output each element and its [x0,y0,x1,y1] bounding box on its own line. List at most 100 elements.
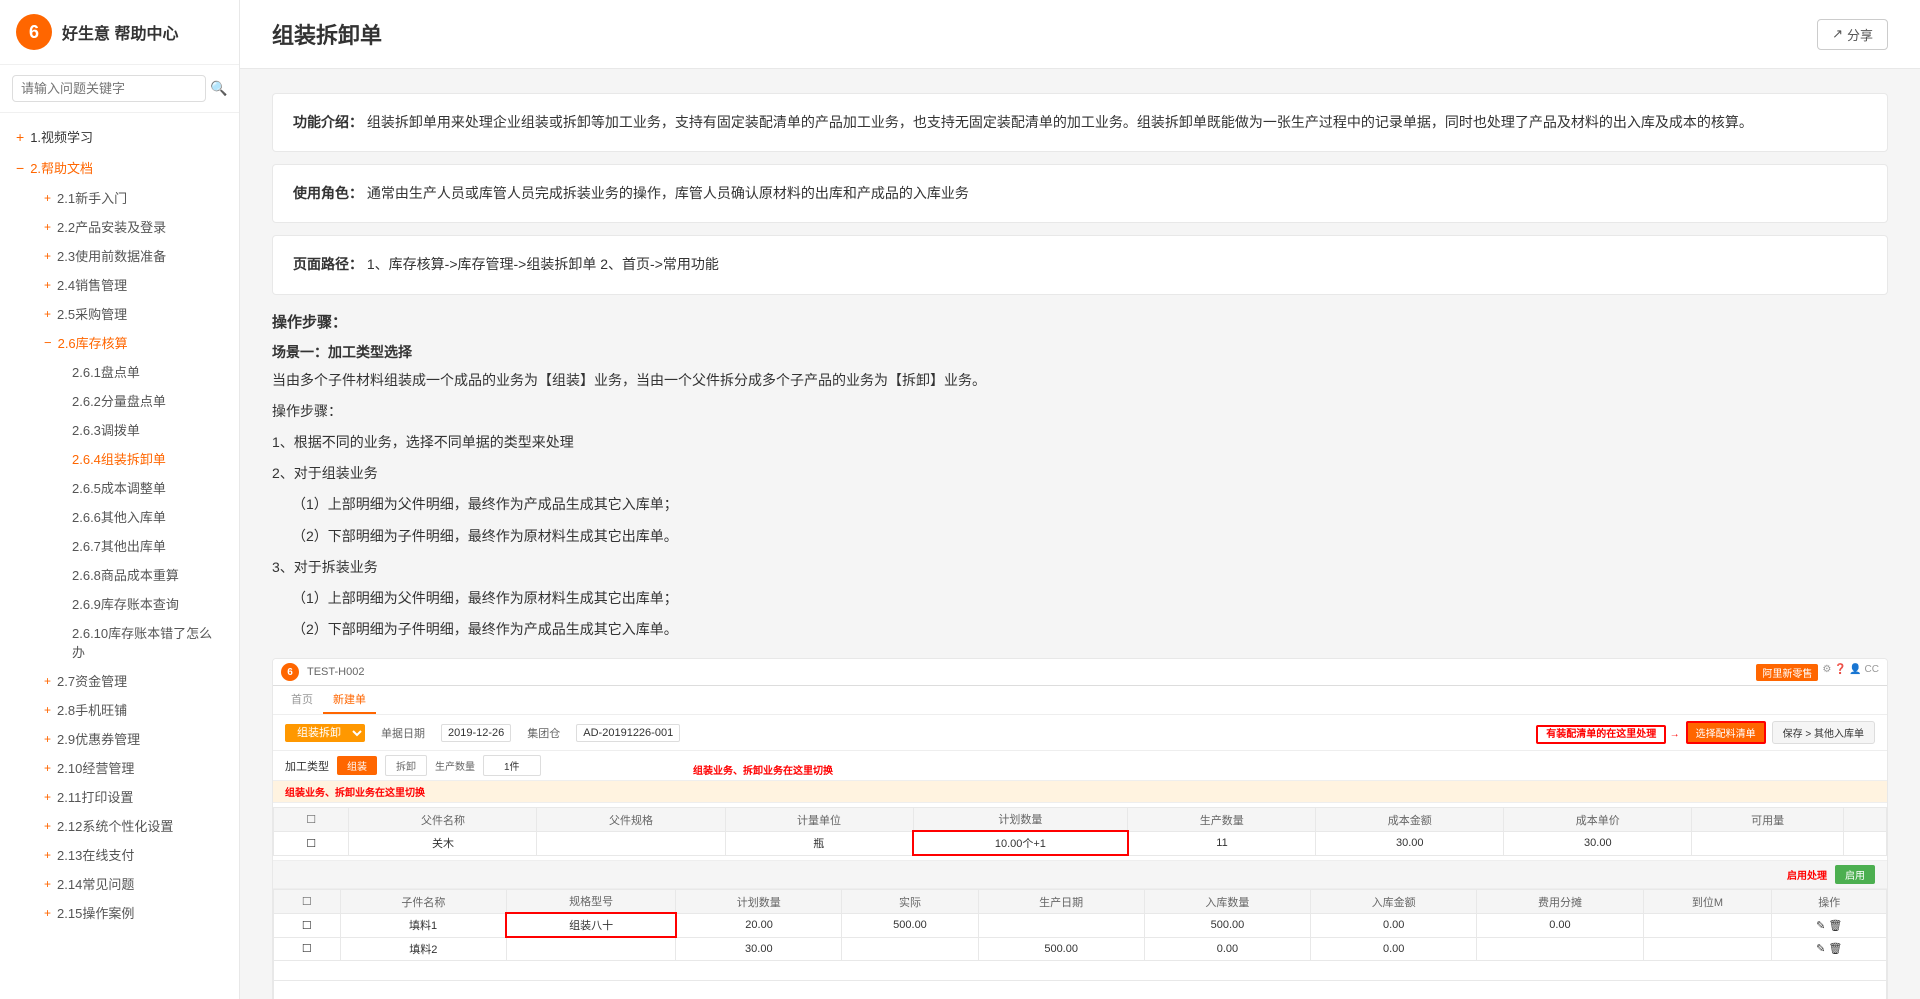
cell-arrive-b [1643,913,1772,937]
mock-type-select[interactable]: 库存调拨 组装拆卸 [285,724,365,742]
sidebar-item-other-out[interactable]: 2.6.7其他出库单 [56,531,239,560]
cell-prod-qty: 11 [1128,831,1316,855]
sidebar-item-label: 2.11打印设置 [57,787,133,806]
plus-icon: + [44,848,51,862]
mock-tab-home[interactable]: 首页 [281,686,323,714]
sidebar-item-faq[interactable]: + 2.14常见问题 [28,869,239,898]
cell-available [1692,831,1844,855]
mock-assemble-btn[interactable]: 组装 [337,756,377,775]
col-plan-qty-b: 计划数量 [676,890,842,914]
sidebar-item-label: 2.6.5成本调整单 [72,478,166,497]
sidebar-item-inventory[interactable]: − 2.6库存核算 [28,328,239,357]
sidebar-item-cost-recalc[interactable]: 2.6.8商品成本重算 [56,560,239,589]
plus-icon: + [44,191,51,205]
col-op [1844,808,1887,832]
sidebar-item-other-in[interactable]: 2.6.6其他入库单 [56,502,239,531]
cell-actual-b2 [842,937,978,960]
sidebar-item-stocktake[interactable]: 2.6.1盘点单 [56,357,239,386]
path-label: 页面路径： [293,256,363,272]
sidebar-item-coupon[interactable]: + 2.9优惠券管理 [28,724,239,753]
mock-enable-btn[interactable]: 启用 [1835,865,1875,884]
sidebar-item-videos[interactable]: + 1.视频学习 [0,121,239,152]
cell-cost-amt: 30.00 [1316,831,1504,855]
mock-date-value[interactable]: 2019-12-26 [441,724,511,742]
mock-new-btn[interactable]: 阿里新零售 [1756,664,1818,681]
plus-icon: + [16,129,24,145]
plus-icon: + [44,906,51,920]
sidebar-item-label: 2.6.7其他出库单 [72,536,166,555]
nav-list: + 1.视频学习 − 2.帮助文档 + 2.1新手入门 + 2.2产品安装及登录… [0,113,239,935]
col-check-b: ☐ [274,890,341,914]
sidebar-item-transfer[interactable]: 2.6.3调拨单 [56,415,239,444]
search-box: 🔍 [0,65,239,113]
sidebar-item-data-prep[interactable]: + 2.3使用前数据准备 [28,241,239,270]
col-cost-alloc-b: 费用分摊 [1477,890,1643,914]
sidebar-item-payment[interactable]: + 2.13在线支付 [28,840,239,869]
mock-submit-btn[interactable]: 保存 > 其他入库单 [1772,721,1875,744]
step3-2: （2）下部明细为子件明细，最终作为产成品生成其它入库单。 [272,617,1888,642]
table-row [274,960,1887,980]
cell-check[interactable]: ☐ [274,831,349,855]
bom-annotation-wrapper: 有装配清单的在这里处理 → [1536,725,1679,740]
plus-icon: + [44,307,51,321]
sidebar-item-label: 2.6.2分量盘点单 [72,391,166,410]
sidebar-item-label: 1.视频学习 [30,127,93,146]
cell-check-b2[interactable]: ☐ [274,937,341,960]
col-actual-b: 实际 [842,890,978,914]
sidebar-item-label: 2.9优惠券管理 [57,729,140,748]
share-button[interactable]: ↗ 分享 [1817,19,1888,50]
col-parent-spec: 父件规格 [537,808,725,832]
cell-in-qty-b: 500.00 [1144,913,1310,937]
cell-name-b2: 填料2 [340,937,506,960]
select-bom-btn[interactable]: 选择配料清单 [1686,721,1766,744]
sidebar-item-cost-adjust[interactable]: 2.6.5成本调整单 [56,473,239,502]
cell-cost-b2 [1477,937,1643,960]
sidebar-item-help[interactable]: − 2.帮助文档 [0,152,239,183]
sidebar-item-sales[interactable]: + 2.4销售管理 [28,270,239,299]
cell-cost-price: 30.00 [1504,831,1692,855]
sidebar-item-purchase[interactable]: + 2.5采购管理 [28,299,239,328]
plus-icon: + [44,249,51,263]
sidebar-item-assembly[interactable]: 2.6.4组装拆卸单 [56,444,239,473]
page-title: 组装拆卸单 [272,18,382,50]
sidebar-item-finance[interactable]: + 2.7资金管理 [28,666,239,695]
mock-type-label: 加工类型 [285,758,329,774]
sidebar-item-label: 2.6库存核算 [58,333,128,352]
step1: 1、根据不同的业务，选择不同单据的类型来处理 [272,430,1888,455]
sidebar-item-ledger-fix[interactable]: 2.6.10库存账本错了怎么办 [56,618,239,666]
sidebar-item-print[interactable]: + 2.11打印设置 [28,782,239,811]
mock-tab-new[interactable]: 新建单 [323,686,376,714]
sidebar-item-label: 2.6.8商品成本重算 [72,565,179,584]
sidebar-item-install[interactable]: + 2.2产品安装及登录 [28,212,239,241]
search-button[interactable]: 🔍 [210,80,227,97]
col-in-qty-b: 入库数量 [1144,890,1310,914]
mock-assembly-value[interactable]: AD-20191226-001 [576,724,680,742]
cell-check-b[interactable]: ☐ [274,913,341,937]
logo-text: 好生意 帮助中心 [62,20,178,44]
sidebar-item-mobile[interactable]: + 2.8手机旺铺 [28,695,239,724]
screenshot-container: 6 TEST-H002 阿里新零售 ⚙ ❓ 👤 CC 首页 新建单 库存调拨 [272,658,1888,999]
cell-plan-b: 20.00 [676,913,842,937]
search-input[interactable] [12,75,206,102]
sidebar-item-newbie[interactable]: + 2.1新手入门 [28,183,239,212]
mock-icons: ⚙ ❓ 👤 CC [1822,664,1879,681]
cell-spec-b2 [506,937,675,960]
sidebar-item-label: 2.6.4组装拆卸单 [72,449,166,468]
col-cost-price: 成本单价 [1504,808,1692,832]
sidebar-item-ledger-query[interactable]: 2.6.9库存账本查询 [56,589,239,618]
sidebar-item-cases[interactable]: + 2.15操作案例 [28,898,239,927]
mock-form-row: 库存调拨 组装拆卸 单据日期 2019-12-26 集团仓 AD-2019122… [273,715,1887,751]
mock-disassemble-btn[interactable]: 拆卸 [385,755,427,776]
sidebar-item-split-stocktake[interactable]: 2.6.2分量盘点单 [56,386,239,415]
cell-parent-name: 关木 [349,831,537,855]
sidebar-item-personalize[interactable]: + 2.12系统个性化设置 [28,811,239,840]
sidebar-item-ops[interactable]: + 2.10经营管理 [28,753,239,782]
col-in-amt-b: 入库金额 [1311,890,1477,914]
col-unit: 计量单位 [725,808,913,832]
mock-assembly-label: 集团仓 [527,725,560,741]
arrow-right: → [1670,729,1680,740]
sidebar-item-label: 2.6.10库存账本错了怎么办 [72,623,223,661]
col-parent-name: 父件名称 [349,808,537,832]
mock-qty-value[interactable]: 1件 [483,755,541,776]
plus-icon: + [44,674,51,688]
